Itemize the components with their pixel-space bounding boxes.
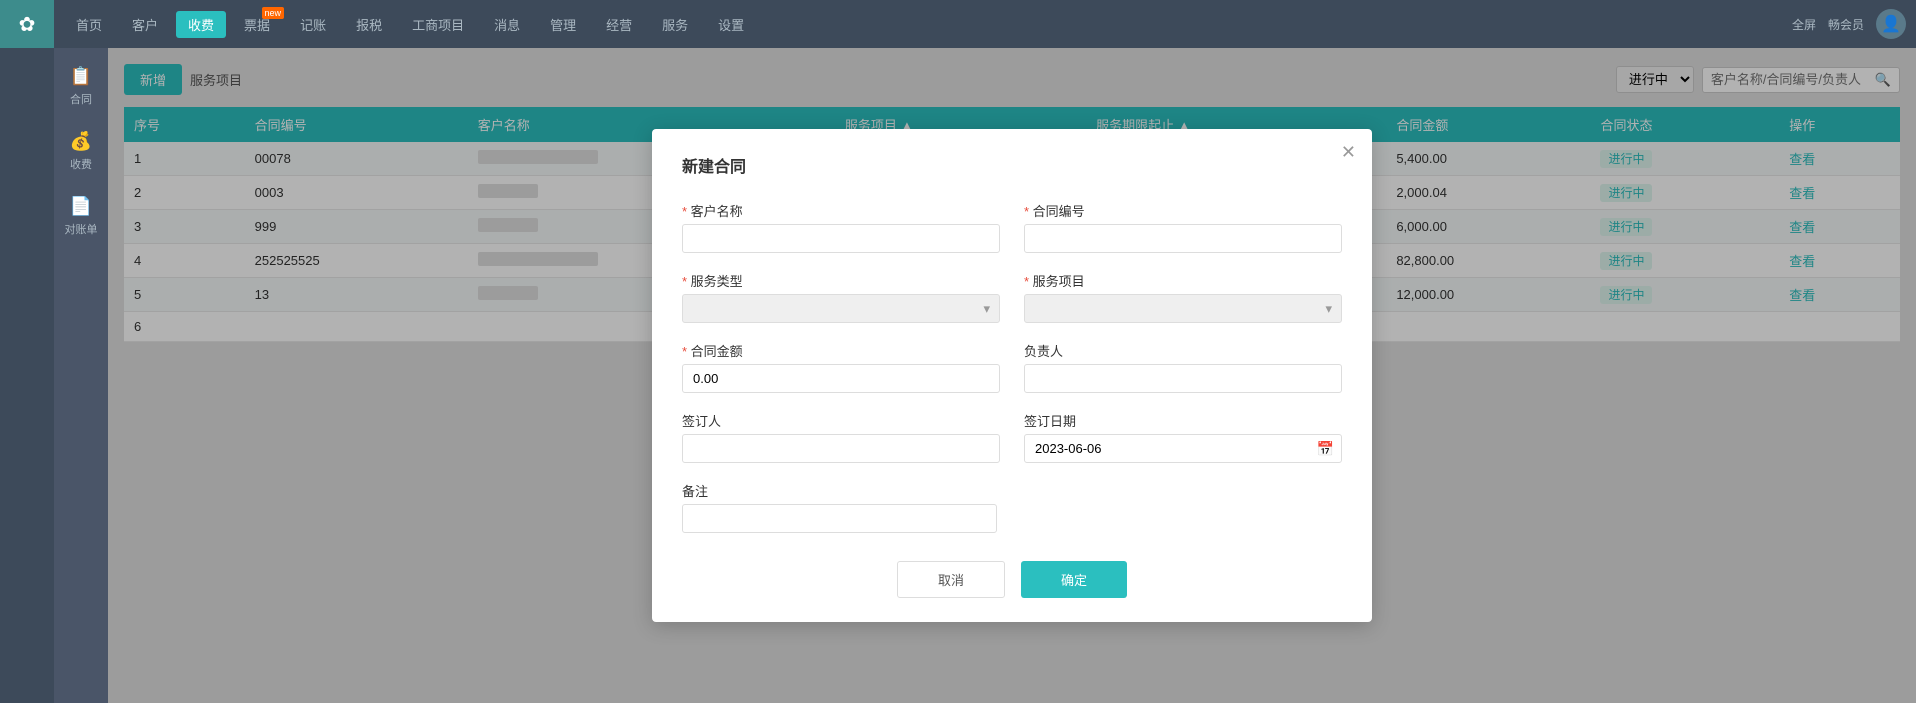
field-client-name: 客户名称 (682, 201, 1000, 253)
modal-footer: 取消 确定 (682, 561, 1342, 598)
sign-date-wrapper: 📅 (1024, 434, 1342, 463)
sidebar-item-label: 对账单 (65, 221, 98, 237)
form-row-4: 签订人 签订日期 📅 (682, 411, 1342, 463)
sidebar-item-billing[interactable]: 💰 收费 (54, 123, 108, 180)
signer-label: 签订人 (682, 411, 1000, 430)
service-type-select-wrapper (682, 294, 1000, 323)
form-row-5: 备注 (682, 481, 1342, 533)
field-contract-amount: 合同金额 (682, 341, 1000, 393)
field-contract-no: 合同编号 (1024, 201, 1342, 253)
sidebar-item-label: 合同 (70, 91, 92, 107)
modal-overlay: 新建合同 ✕ 客户名称 合同编号 服 (108, 48, 1916, 703)
nav-message[interactable]: 消息 (482, 11, 532, 38)
sidebar-item-contract[interactable]: 📋 合同 (54, 58, 108, 115)
fullscreen-button[interactable]: 全屏 (1792, 16, 1816, 33)
new-contract-modal: 新建合同 ✕ 客户名称 合同编号 服 (652, 129, 1372, 622)
modal-close-button[interactable]: ✕ (1341, 143, 1356, 161)
service-item-select[interactable] (1024, 294, 1342, 323)
nav-bookkeeping[interactable]: 记账 (288, 11, 338, 38)
app-logo[interactable]: ✿ (0, 0, 54, 48)
confirm-button[interactable]: 确定 (1021, 561, 1127, 598)
responsible-label: 负责人 (1024, 341, 1342, 360)
contract-no-label: 合同编号 (1024, 201, 1342, 220)
field-signer: 签订人 (682, 411, 1000, 463)
statement-icon: 📄 (70, 196, 92, 217)
form-row-1: 客户名称 合同编号 (682, 201, 1342, 253)
remarks-label: 备注 (682, 481, 997, 500)
cancel-button[interactable]: 取消 (897, 561, 1005, 598)
client-name-label: 客户名称 (682, 201, 1000, 220)
nav-tax[interactable]: 报税 (344, 11, 394, 38)
field-remarks: 备注 (682, 481, 997, 533)
top-navigation: 首页 客户 收费 票据 new 记账 报税 工商项目 消息 管理 经营 服务 设… (54, 0, 1916, 48)
new-badge: new (262, 7, 285, 19)
nav-manage[interactable]: 管理 (538, 11, 588, 38)
field-sign-date: 签订日期 📅 (1024, 411, 1342, 463)
service-item-select-wrapper (1024, 294, 1342, 323)
sidebar-item-statement[interactable]: 📄 对账单 (54, 188, 108, 245)
main-container: 首页 客户 收费 票据 new 记账 报税 工商项目 消息 管理 经营 服务 设… (54, 0, 1916, 703)
contract-icon: 📋 (70, 66, 92, 87)
topnav-right: 全屏 畅会员 👤 (1792, 9, 1906, 39)
field-service-type: 服务类型 (682, 271, 1000, 323)
content-area: 📋 合同 💰 收费 📄 对账单 新增 服务项目 进行中 全部 已终止 (54, 48, 1916, 703)
nav-bizproject[interactable]: 工商项目 (400, 11, 476, 38)
app-sidebar: ✿ (0, 0, 54, 703)
service-type-select[interactable] (682, 294, 1000, 323)
form-row-2: 服务类型 服务项目 (682, 271, 1342, 323)
service-item-label: 服务项目 (1024, 271, 1342, 290)
field-service-item: 服务项目 (1024, 271, 1342, 323)
nav-client[interactable]: 客户 (120, 11, 170, 38)
form-row-3: 合同金额 负责人 (682, 341, 1342, 393)
responsible-input[interactable] (1024, 364, 1342, 393)
contract-no-input[interactable] (1024, 224, 1342, 253)
nav-service[interactable]: 服务 (650, 11, 700, 38)
nav-billing[interactable]: 收费 (176, 11, 226, 38)
service-type-label: 服务类型 (682, 271, 1000, 290)
field-responsible: 负责人 (1024, 341, 1342, 393)
contract-amount-input[interactable] (682, 364, 1000, 393)
nav-settings[interactable]: 设置 (706, 11, 756, 38)
sign-date-label: 签订日期 (1024, 411, 1342, 430)
nav-business[interactable]: 经营 (594, 11, 644, 38)
nav-home[interactable]: 首页 (64, 11, 114, 38)
nav-invoice[interactable]: 票据 new (232, 11, 282, 38)
sign-date-input[interactable] (1024, 434, 1342, 463)
inner-sidebar: 📋 合同 💰 收费 📄 对账单 (54, 48, 108, 703)
member-button[interactable]: 畅会员 (1828, 16, 1864, 33)
page-main: 新增 服务项目 进行中 全部 已终止 🔍 序号 合同编号 (108, 48, 1916, 703)
billing-icon: 💰 (70, 131, 92, 152)
client-name-input[interactable] (682, 224, 1000, 253)
sidebar-item-label: 收费 (70, 156, 92, 172)
modal-title: 新建合同 (682, 153, 1342, 177)
remarks-input[interactable] (682, 504, 997, 533)
avatar[interactable]: 👤 (1876, 9, 1906, 39)
signer-input[interactable] (682, 434, 1000, 463)
contract-amount-label: 合同金额 (682, 341, 1000, 360)
